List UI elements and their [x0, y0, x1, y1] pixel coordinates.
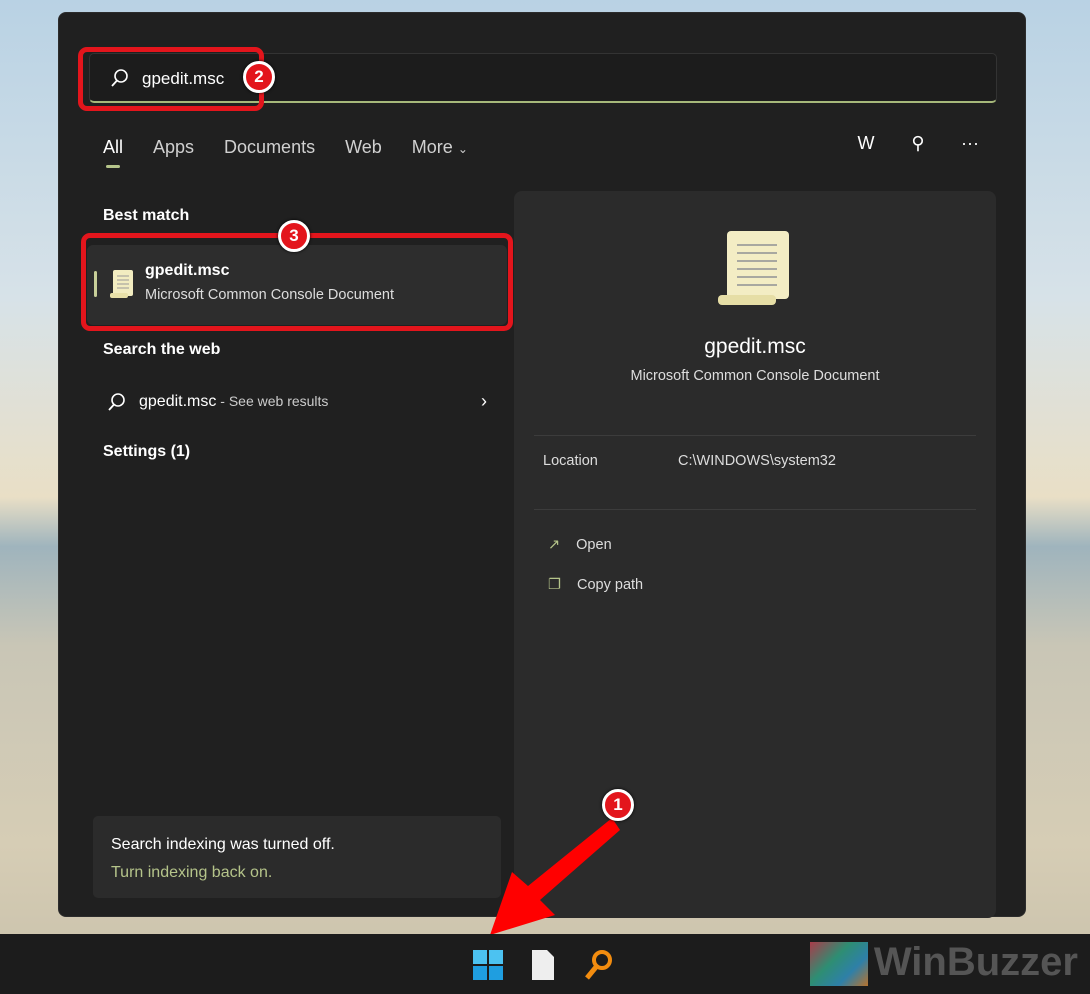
tab-more-label: More: [411, 137, 453, 157]
annotation-arrow: [490, 818, 620, 935]
tab-web[interactable]: Web: [345, 137, 382, 158]
feedback-icon[interactable]: ⚲: [903, 133, 933, 154]
web-query: gpedit.msc: [139, 392, 217, 410]
watermark-mark: [809, 942, 868, 987]
more-options-icon[interactable]: ···: [955, 133, 985, 154]
notice-text: Search indexing was turned off.: [111, 836, 335, 853]
search-web-heading: Search the web: [103, 341, 221, 358]
document-icon[interactable]: [532, 950, 554, 980]
tab-documents[interactable]: Documents: [224, 137, 315, 158]
indexing-notice: Search indexing was turned off. Turn ind…: [93, 816, 501, 898]
chevron-down-icon: ⌄: [457, 142, 468, 156]
annotation-badge-3: 3: [278, 220, 310, 252]
web-suffix: - See web results: [216, 392, 329, 409]
annotation-badge-2: 2: [243, 61, 275, 93]
location-value: C:\WINDOWS\system32: [678, 453, 836, 469]
preview-name: gpedit.msc: [704, 335, 806, 358]
best-match-heading: Best match: [103, 207, 190, 224]
windows-start-icon[interactable]: [473, 950, 503, 980]
settings-heading[interactable]: Settings (1): [103, 443, 190, 461]
copy-path-label: Copy path: [577, 577, 644, 593]
tab-all[interactable]: All: [103, 137, 123, 168]
search-icon: [108, 392, 125, 411]
tab-apps[interactable]: Apps: [153, 137, 194, 158]
open-external-icon: ↗: [548, 537, 561, 553]
open-action[interactable]: ↗ Open: [548, 537, 612, 553]
location-label: Location: [543, 453, 598, 469]
search-panel: gpedit.msc All Apps Documents Web More ⌄…: [58, 12, 1026, 918]
annotation-badge-1: 1: [602, 789, 634, 821]
copy-icon: ❐: [548, 577, 561, 593]
account-button[interactable]: W: [851, 133, 881, 154]
copy-path-action[interactable]: ❐ Copy path: [548, 577, 643, 593]
web-result-item[interactable]: gpedit.msc - See web results ›: [107, 391, 487, 412]
turn-indexing-on-link[interactable]: Turn indexing back on.: [111, 864, 272, 882]
search-app-icon[interactable]: [584, 948, 614, 982]
annotation-box-search: [78, 47, 264, 111]
chevron-right-icon: ›: [481, 391, 487, 411]
winbuzzer-watermark: WinBuzzer: [809, 940, 1078, 987]
divider: [534, 435, 976, 436]
watermark-text: WinBuzzer: [873, 940, 1078, 984]
taskbar: WinBuzzer: [0, 934, 1090, 994]
preview-type: Microsoft Common Console Document: [630, 368, 880, 384]
open-label: Open: [576, 537, 612, 553]
divider: [534, 509, 976, 510]
console-document-large-icon: [718, 231, 789, 305]
tab-more[interactable]: More ⌄: [412, 137, 468, 158]
